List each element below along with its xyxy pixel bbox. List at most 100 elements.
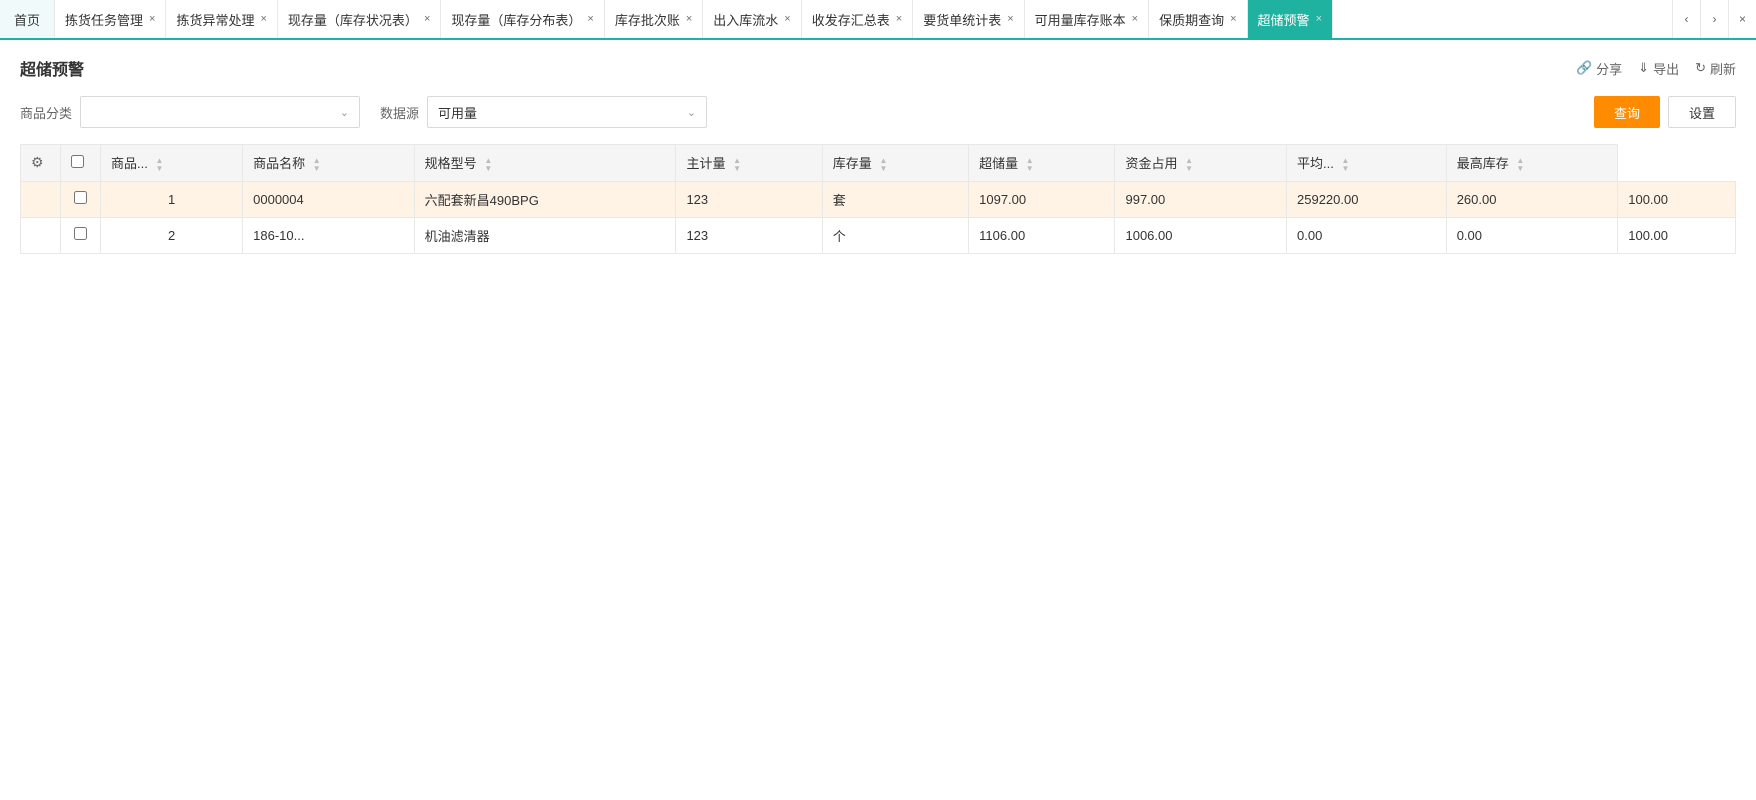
product-category-select[interactable]: ⌄ <box>80 96 360 128</box>
data-source-select[interactable]: 可用量 ⌄ <box>427 96 707 128</box>
tab-收发存汇总表[interactable]: 收发存汇总表 × <box>802 0 913 39</box>
row-spec: 123 <box>676 181 822 217</box>
row-stock: 1106.00 <box>969 217 1115 253</box>
col-unit[interactable]: 主计量 ▲ ▼ <box>676 145 822 182</box>
data-source-label: 数据源 <box>380 103 419 122</box>
row-overstock: 997.00 <box>1115 181 1287 217</box>
row-capital: 0.00 <box>1287 217 1447 253</box>
tab-close-icon[interactable]: × <box>1316 13 1322 25</box>
col-capital[interactable]: 资金占用 ▲ ▼ <box>1115 145 1287 182</box>
col-overstock[interactable]: 超储量 ▲ ▼ <box>969 145 1115 182</box>
sort-icon: ▲ ▼ <box>1026 157 1034 173</box>
tab-出入库流水[interactable]: 出入库流水 × <box>703 0 801 39</box>
row-checkbox[interactable] <box>74 191 87 204</box>
product-category-filter: 商品分类 ⌄ <box>20 96 360 128</box>
nav-next-button[interactable]: › <box>1700 0 1728 39</box>
sort-icon: ▲ ▼ <box>1341 157 1349 173</box>
row-product-code: 0000004 <box>243 181 415 217</box>
sort-icon: ▲ ▼ <box>484 157 492 173</box>
row-checkbox[interactable] <box>74 227 87 240</box>
tab-close-icon[interactable]: × <box>896 13 902 25</box>
query-button[interactable]: 查询 <box>1594 96 1660 128</box>
tab-close-icon[interactable]: × <box>784 13 790 25</box>
refresh-button[interactable]: ↻ 刷新 <box>1695 59 1736 78</box>
table-row: 2 186-10... 机油滤清器 123 个 1106.00 1006.00 … <box>21 217 1736 253</box>
tab-拣货异常处理[interactable]: 拣货异常处理 × <box>166 0 277 39</box>
share-button[interactable]: 🔗 分享 <box>1576 59 1622 78</box>
tab-现存量库存分布表[interactable]: 现存量（库存分布表） × <box>441 0 604 39</box>
row-stock: 1097.00 <box>969 181 1115 217</box>
page-content: 超储预警 🔗 分享 ⇓ 导出 ↻ 刷新 商品分类 ⌄ 数据源 <box>0 40 1756 800</box>
top-nav: 首页 拣货任务管理 × 拣货异常处理 × 现存量（库存状况表） × 现存量（库存… <box>0 0 1756 40</box>
page-title: 超储预警 <box>20 56 84 80</box>
row-max-stock: 100.00 <box>1618 181 1736 217</box>
col-gear[interactable]: ⚙ <box>21 145 61 182</box>
filter-actions: 查询 设置 <box>1594 96 1736 128</box>
sort-icon: ▲ ▼ <box>733 157 741 173</box>
row-capital: 259220.00 <box>1287 181 1447 217</box>
settings-button[interactable]: 设置 <box>1668 96 1736 128</box>
share-icon: 🔗 <box>1576 60 1592 76</box>
col-max-stock[interactable]: 最高库存 ▲ ▼ <box>1446 145 1618 182</box>
row-product-name: 机油滤清器 <box>414 217 676 253</box>
tab-库存批次账[interactable]: 库存批次账 × <box>605 0 703 39</box>
row-avg: 0.00 <box>1446 217 1618 253</box>
row-product-name: 六配套新昌490BPG <box>414 181 676 217</box>
refresh-icon: ↻ <box>1695 60 1706 76</box>
tab-可用量库存账本[interactable]: 可用量库存账本 × <box>1025 0 1149 39</box>
settings-col-icon[interactable]: ⚙ <box>31 154 44 170</box>
sort-icon: ▲ ▼ <box>155 157 163 173</box>
sort-icon: ▲ ▼ <box>879 157 887 173</box>
col-product-name[interactable]: 商品名称 ▲ ▼ <box>243 145 415 182</box>
tab-close-icon[interactable]: × <box>686 13 692 25</box>
sort-icon: ▲ ▼ <box>1185 157 1193 173</box>
nav-more-button[interactable]: × <box>1728 0 1756 39</box>
nav-prev-button[interactable]: ‹ <box>1672 0 1700 39</box>
row-max-stock: 100.00 <box>1618 217 1736 253</box>
export-button[interactable]: ⇓ 导出 <box>1638 59 1679 78</box>
sort-icon: ▲ ▼ <box>1516 157 1524 173</box>
row-unit: 套 <box>822 181 968 217</box>
select-all-checkbox[interactable] <box>71 155 84 168</box>
data-source-value: 可用量 <box>438 103 477 122</box>
filter-row: 商品分类 ⌄ 数据源 可用量 ⌄ 查询 设置 <box>20 96 1736 128</box>
col-spec[interactable]: 规格型号 ▲ ▼ <box>414 145 676 182</box>
sort-icon: ▲ ▼ <box>313 157 321 173</box>
row-checkbox-cell[interactable] <box>61 181 101 217</box>
row-product-code: 186-10... <box>243 217 415 253</box>
tab-close-icon[interactable]: × <box>587 13 593 25</box>
data-table: ⚙ 商品... ▲ ▼ 商品名称 ▲ ▼ <box>20 144 1736 254</box>
nav-home[interactable]: 首页 <box>0 0 55 39</box>
row-unit: 个 <box>822 217 968 253</box>
table-row: 1 0000004 六配套新昌490BPG 123 套 1097.00 997.… <box>21 181 1736 217</box>
col-checkbox <box>61 145 101 182</box>
nav-arrows: ‹ › × <box>1672 0 1756 39</box>
data-source-filter: 数据源 可用量 ⌄ <box>380 96 707 128</box>
col-product-code[interactable]: 商品... ▲ ▼ <box>101 145 243 182</box>
row-overstock: 1006.00 <box>1115 217 1287 253</box>
row-checkbox-cell[interactable] <box>61 217 101 253</box>
tab-超储预警[interactable]: 超储预警 × <box>1248 0 1333 39</box>
product-category-label: 商品分类 <box>20 103 72 122</box>
tab-close-icon[interactable]: × <box>260 13 266 25</box>
row-avg: 260.00 <box>1446 181 1618 217</box>
tab-close-icon[interactable]: × <box>149 13 155 25</box>
tab-保质期查询[interactable]: 保质期查询 × <box>1149 0 1247 39</box>
export-icon: ⇓ <box>1638 60 1649 76</box>
page-header: 超储预警 🔗 分享 ⇓ 导出 ↻ 刷新 <box>20 56 1736 80</box>
tab-close-icon[interactable]: × <box>1230 13 1236 25</box>
col-avg[interactable]: 平均... ▲ ▼ <box>1287 145 1447 182</box>
tab-要货单统计表[interactable]: 要货单统计表 × <box>913 0 1024 39</box>
tab-close-icon[interactable]: × <box>1132 13 1138 25</box>
tab-close-icon[interactable]: × <box>424 13 430 25</box>
table-header-row: ⚙ 商品... ▲ ▼ 商品名称 ▲ ▼ <box>21 145 1736 182</box>
tab-拣货任务管理[interactable]: 拣货任务管理 × <box>55 0 166 39</box>
row-spec: 123 <box>676 217 822 253</box>
tab-现存量库存状况表[interactable]: 现存量（库存状况表） × <box>278 0 441 39</box>
row-gear-cell <box>21 217 61 253</box>
header-actions: 🔗 分享 ⇓ 导出 ↻ 刷新 <box>1576 59 1736 78</box>
product-category-dropdown-icon: ⌄ <box>340 106 349 119</box>
col-stock[interactable]: 库存量 ▲ ▼ <box>822 145 968 182</box>
tab-close-icon[interactable]: × <box>1007 13 1013 25</box>
row-gear-cell <box>21 181 61 217</box>
